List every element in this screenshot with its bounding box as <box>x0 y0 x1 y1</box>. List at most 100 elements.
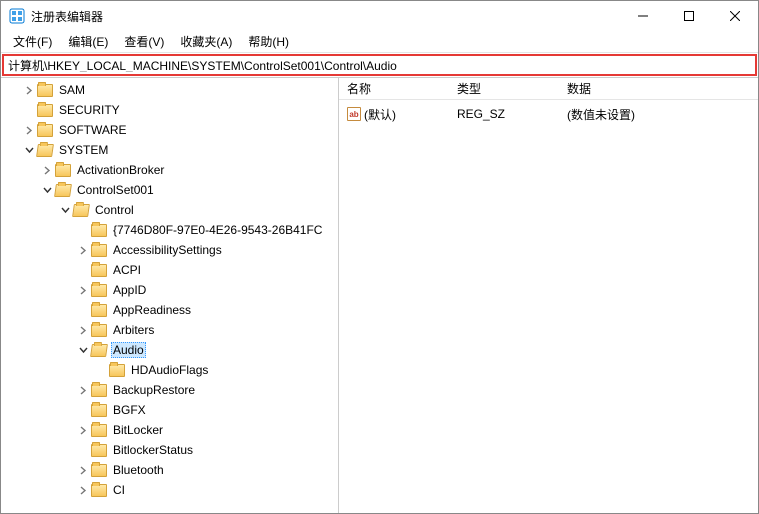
title-bar: 注册表编辑器 <box>1 1 758 31</box>
tree-node-label: Bluetooth <box>111 463 166 477</box>
tree-node[interactable]: Arbiters <box>1 320 338 340</box>
chevron-right-icon[interactable] <box>77 484 89 496</box>
tree-node-label: HDAudioFlags <box>129 363 210 377</box>
folder-icon <box>37 84 53 97</box>
tree-node-label: AppID <box>111 283 148 297</box>
tree-node[interactable]: HDAudioFlags <box>1 360 338 380</box>
folder-icon <box>109 364 125 377</box>
folder-icon <box>91 324 107 337</box>
menu-edit[interactable]: 编辑(E) <box>62 31 114 52</box>
tree-node[interactable]: ActivationBroker <box>1 160 338 180</box>
tree-node-label: SYSTEM <box>57 143 110 157</box>
folder-icon <box>55 164 71 177</box>
folder-icon <box>91 484 107 497</box>
folder-icon <box>37 124 53 137</box>
tree-node[interactable]: Bluetooth <box>1 460 338 480</box>
tree-node[interactable]: SAM <box>1 80 338 100</box>
tree-node-label: AppReadiness <box>111 303 193 317</box>
tree-node[interactable]: Audio <box>1 340 338 360</box>
folder-icon <box>91 304 107 317</box>
value-type: REG_SZ <box>457 107 567 121</box>
tree-node-label: Audio <box>111 342 146 358</box>
values-header: 名称 类型 数据 <box>339 78 758 100</box>
folder-icon <box>91 404 107 417</box>
tree-node-label: CI <box>111 483 127 497</box>
column-header-type[interactable]: 类型 <box>457 80 567 97</box>
folder-icon <box>91 284 107 297</box>
folder-icon <box>91 384 107 397</box>
close-button[interactable] <box>712 1 758 31</box>
string-value-icon: ab <box>347 107 361 121</box>
folder-icon <box>91 464 107 477</box>
folder-icon <box>91 424 107 437</box>
tree-node-label: ACPI <box>111 263 143 277</box>
tree-node[interactable]: BitlockerStatus <box>1 440 338 460</box>
tree-node-label: SOFTWARE <box>57 123 129 137</box>
chevron-right-icon[interactable] <box>77 324 89 336</box>
column-header-data[interactable]: 数据 <box>567 80 758 97</box>
tree-node-label: BitLocker <box>111 423 165 437</box>
chevron-right-icon[interactable] <box>77 244 89 256</box>
menu-favorites[interactable]: 收藏夹(A) <box>174 31 238 52</box>
values-pane: 名称 类型 数据 ab(默认) REG_SZ(数值未设置) <box>339 78 758 513</box>
value-data: (数值未设置) <box>567 106 750 123</box>
tree-node-label: AccessibilitySettings <box>111 243 224 257</box>
menu-bar: 文件(F) 编辑(E) 查看(V) 收藏夹(A) 帮助(H) <box>1 31 758 53</box>
tree-node-label: BGFX <box>111 403 148 417</box>
tree-node-label: BitlockerStatus <box>111 443 195 457</box>
folder-icon <box>37 104 53 117</box>
tree-node[interactable]: {7746D80F-97E0-4E26-9543-26B41FC <box>1 220 338 240</box>
tree-node[interactable]: BGFX <box>1 400 338 420</box>
folder-icon <box>90 344 108 357</box>
app-icon <box>9 8 25 24</box>
tree-pane[interactable]: SAM SECURITY SOFTWARE SYSTEM ActivationBroke… <box>1 78 339 513</box>
chevron-down-icon[interactable] <box>77 344 89 356</box>
chevron-right-icon[interactable] <box>77 424 89 436</box>
menu-file[interactable]: 文件(F) <box>7 31 58 52</box>
chevron-right-icon[interactable] <box>23 84 35 96</box>
menu-help[interactable]: 帮助(H) <box>242 31 295 52</box>
chevron-right-icon[interactable] <box>41 164 53 176</box>
tree-node-label: SAM <box>57 83 87 97</box>
folder-icon <box>72 204 90 217</box>
tree-node[interactable]: SYSTEM <box>1 140 338 160</box>
folder-icon <box>54 184 72 197</box>
tree-node-label: Arbiters <box>111 323 156 337</box>
folder-icon <box>91 224 107 237</box>
tree-node-label: {7746D80F-97E0-4E26-9543-26B41FC <box>111 223 324 237</box>
chevron-right-icon[interactable] <box>77 384 89 396</box>
chevron-right-icon[interactable] <box>23 124 35 136</box>
folder-icon <box>91 244 107 257</box>
chevron-down-icon[interactable] <box>23 144 35 156</box>
address-input[interactable] <box>8 58 751 72</box>
menu-view[interactable]: 查看(V) <box>118 31 170 52</box>
minimize-button[interactable] <box>620 1 666 31</box>
tree-node[interactable]: CI <box>1 480 338 500</box>
tree-node-label: SECURITY <box>57 103 122 117</box>
tree-node[interactable]: ACPI <box>1 260 338 280</box>
value-name: (默认) <box>364 106 396 123</box>
value-row[interactable]: ab(默认) REG_SZ(数值未设置) <box>347 104 750 124</box>
chevron-down-icon[interactable] <box>41 184 53 196</box>
chevron-right-icon[interactable] <box>77 464 89 476</box>
tree-node[interactable]: BitLocker <box>1 420 338 440</box>
window-title: 注册表编辑器 <box>31 8 620 25</box>
tree-node[interactable]: AppReadiness <box>1 300 338 320</box>
tree-node-label: Control <box>93 203 136 217</box>
tree-node[interactable]: BackupRestore <box>1 380 338 400</box>
tree-node[interactable]: AccessibilitySettings <box>1 240 338 260</box>
tree-node[interactable]: Control <box>1 200 338 220</box>
tree-node[interactable]: ControlSet001 <box>1 180 338 200</box>
chevron-down-icon[interactable] <box>59 204 71 216</box>
tree-node[interactable]: SOFTWARE <box>1 120 338 140</box>
tree-node[interactable]: AppID <box>1 280 338 300</box>
address-bar[interactable] <box>2 54 757 76</box>
tree-node-label: BackupRestore <box>111 383 197 397</box>
chevron-right-icon[interactable] <box>77 284 89 296</box>
maximize-button[interactable] <box>666 1 712 31</box>
folder-icon <box>91 444 107 457</box>
tree-node[interactable]: SECURITY <box>1 100 338 120</box>
folder-icon <box>36 144 54 157</box>
column-header-name[interactable]: 名称 <box>347 80 457 97</box>
tree-node-label: ControlSet001 <box>75 183 156 197</box>
